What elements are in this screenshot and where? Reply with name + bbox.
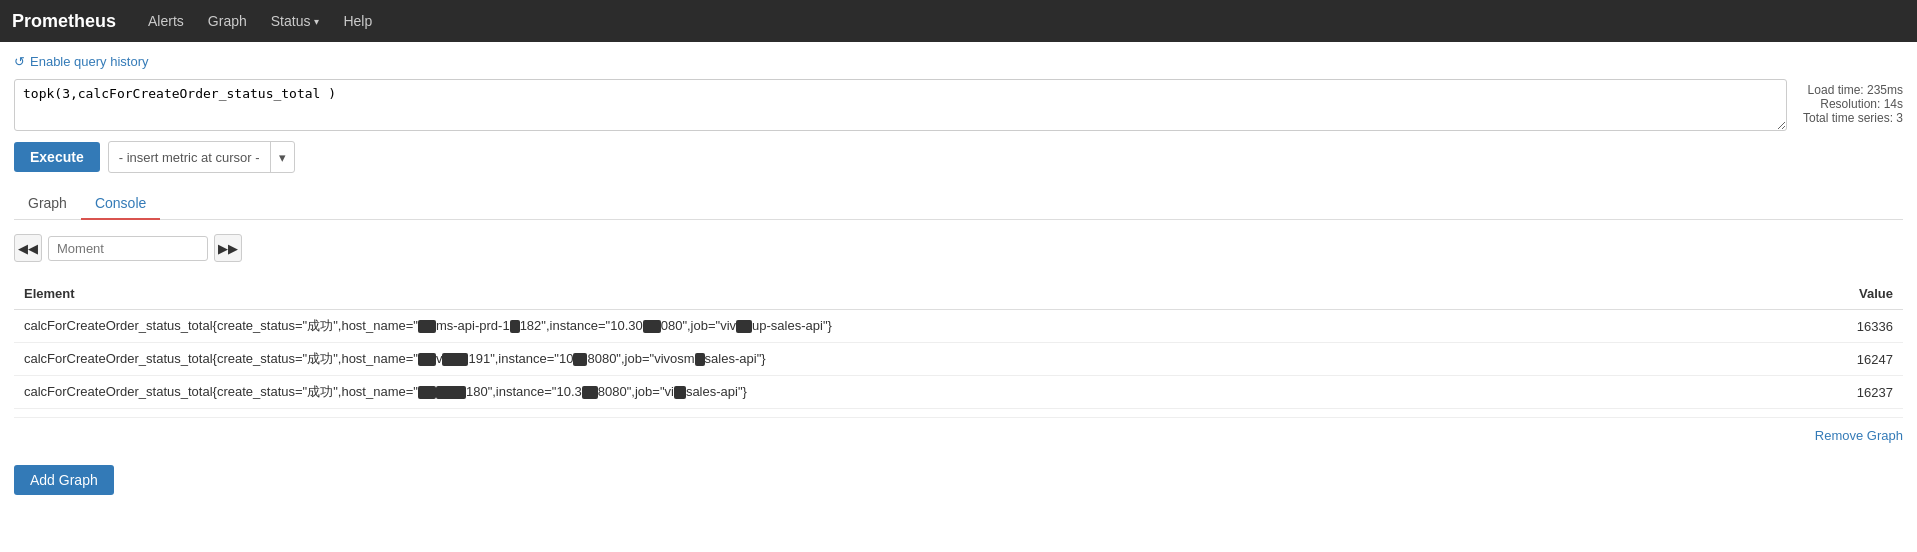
cell-value: 16247 — [1783, 343, 1903, 376]
redacted-text — [436, 386, 466, 399]
total-series-stat: Total time series: 3 — [1803, 111, 1903, 125]
add-graph-button[interactable]: Add Graph — [14, 465, 114, 495]
column-value: Value — [1783, 278, 1903, 310]
metric-dropdown-arrow-icon: ▾ — [279, 150, 286, 165]
cell-element: calcForCreateOrder_status_total{create_s… — [14, 376, 1783, 409]
query-stats: Load time: 235ms Resolution: 14s Total t… — [1803, 79, 1903, 125]
table-row: calcForCreateOrder_status_total{create_s… — [14, 310, 1903, 343]
next-time-button[interactable]: ▶▶ — [214, 234, 242, 262]
prev-time-button[interactable]: ◀◀ — [14, 234, 42, 262]
redacted-text — [510, 320, 520, 333]
tab-bar: Graph Console — [14, 187, 1903, 220]
redacted-text — [736, 320, 752, 333]
redacted-text — [418, 386, 436, 399]
time-nav: ◀◀ ▶▶ — [14, 234, 1903, 262]
redacted-text — [643, 320, 661, 333]
resolution-stat: Resolution: 14s — [1803, 97, 1903, 111]
metric-selector-group: - insert metric at cursor - ▾ — [108, 141, 295, 173]
redacted-text — [418, 320, 436, 333]
navbar: Prometheus Alerts Graph Status ▾ Help — [0, 0, 1917, 42]
execute-row: Execute - insert metric at cursor - ▾ — [14, 141, 1903, 173]
query-area: Load time: 235ms Resolution: 14s Total t… — [14, 79, 1903, 131]
navbar-item-alerts[interactable]: Alerts — [136, 0, 196, 42]
navbar-item-help[interactable]: Help — [331, 0, 384, 42]
bottom-bar: Remove Graph — [14, 417, 1903, 453]
moment-input[interactable] — [48, 236, 208, 261]
cell-value: 16336 — [1783, 310, 1903, 343]
history-icon: ↺ — [14, 54, 25, 69]
navbar-item-graph[interactable]: Graph — [196, 0, 259, 42]
load-time-stat: Load time: 235ms — [1803, 83, 1903, 97]
status-caret-icon: ▾ — [314, 16, 319, 27]
results-table: Element Value calcForCreateOrder_status_… — [14, 278, 1903, 409]
redacted-text — [442, 353, 468, 366]
redacted-text — [582, 386, 598, 399]
table-header-row: Element Value — [14, 278, 1903, 310]
redacted-text — [674, 386, 686, 399]
main-content: ↺ Enable query history Load time: 235ms … — [0, 42, 1917, 519]
redacted-text — [695, 353, 705, 366]
cell-element: calcForCreateOrder_status_total{create_s… — [14, 343, 1783, 376]
metric-selector-label: - insert metric at cursor - — [109, 150, 270, 165]
navbar-item-status[interactable]: Status ▾ — [259, 13, 332, 29]
metric-selector-dropdown-button[interactable]: ▾ — [271, 142, 294, 172]
prev-arrow-icon: ◀◀ — [18, 241, 38, 256]
redacted-text — [418, 353, 436, 366]
tab-graph[interactable]: Graph — [14, 187, 81, 219]
query-textarea[interactable] — [14, 79, 1787, 131]
next-arrow-icon: ▶▶ — [218, 241, 238, 256]
cell-element: calcForCreateOrder_status_total{create_s… — [14, 310, 1783, 343]
table-row: calcForCreateOrder_status_total{create_s… — [14, 343, 1903, 376]
remove-graph-link[interactable]: Remove Graph — [1815, 428, 1903, 443]
enable-query-history-link[interactable]: ↺ Enable query history — [14, 54, 1903, 69]
redacted-text — [573, 353, 587, 366]
tab-console[interactable]: Console — [81, 187, 160, 219]
column-element: Element — [14, 278, 1783, 310]
add-graph-section: Add Graph — [14, 453, 1903, 507]
navbar-brand: Prometheus — [12, 11, 116, 32]
cell-value: 16237 — [1783, 376, 1903, 409]
table-row: calcForCreateOrder_status_total{create_s… — [14, 376, 1903, 409]
execute-button[interactable]: Execute — [14, 142, 100, 172]
